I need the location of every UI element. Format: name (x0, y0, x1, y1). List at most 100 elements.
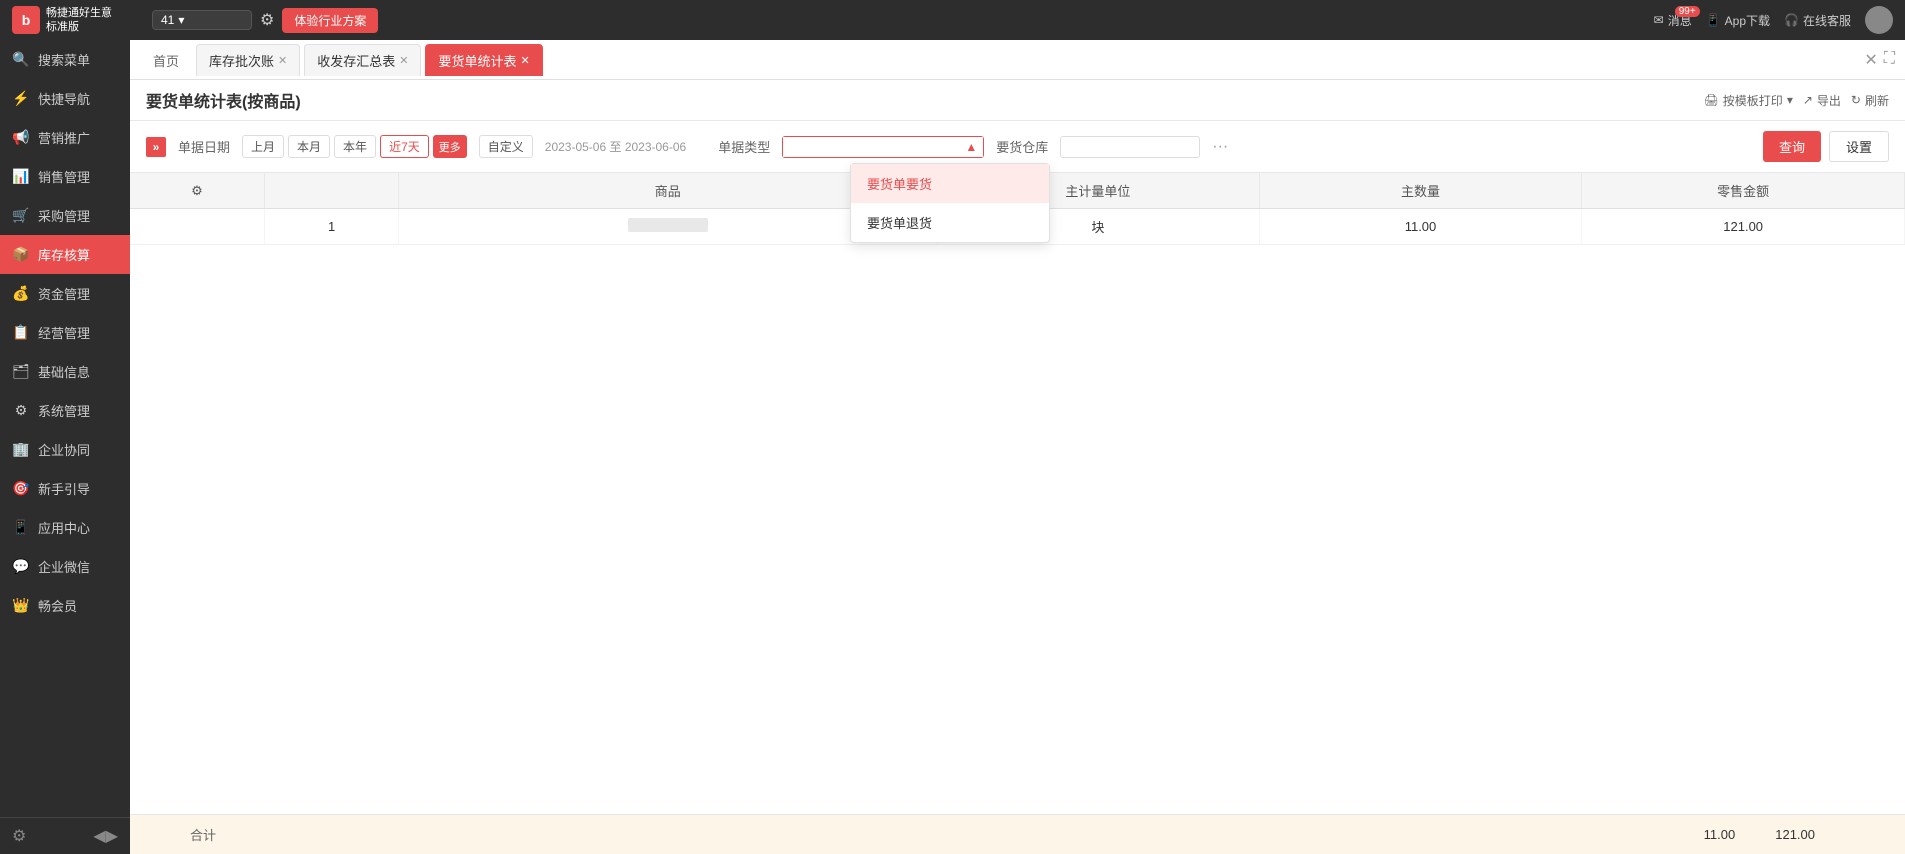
wechat-icon: 💬 (12, 558, 30, 576)
header-middle: 41 ▾ ⚙ 体验行业方案 (152, 8, 1644, 33)
column-settings-icon[interactable]: ⚙ (191, 183, 203, 198)
app-name-text: 畅捷通好生意 标准版 (46, 6, 112, 35)
page-title: 要货单统计表(按商品) (146, 88, 301, 112)
trial-button[interactable]: 体验行业方案 (282, 8, 378, 33)
app-logo-icon: b (12, 6, 40, 34)
sidebar-item-finance[interactable]: 💰 资金管理 (0, 274, 130, 313)
type-dropdown: 要货单要货 要货单退货 (850, 163, 1050, 243)
store-selector[interactable]: 41 ▾ (152, 10, 252, 30)
footer-label: 合计 (190, 825, 216, 844)
date-year-button[interactable]: 本年 (334, 135, 376, 158)
warehouse-filter-input[interactable] (1060, 136, 1200, 158)
date-more-button[interactable]: 更多 (433, 135, 467, 158)
online-service-button[interactable]: 🎧 在线客服 (1784, 12, 1851, 29)
row-settings (130, 209, 264, 245)
col-header-amount: 零售金额 (1582, 173, 1905, 209)
sidebar-item-purchase[interactable]: 🛒 采购管理 (0, 196, 130, 235)
print-button[interactable]: 🖨 按模板打印 ▾ (1704, 92, 1793, 109)
quick-nav-icon: ⚡ (12, 90, 30, 108)
tab-close-receive-summary[interactable]: ✕ (399, 54, 408, 67)
tab-home[interactable]: 首页 (140, 44, 192, 76)
row-num: 1 (264, 209, 398, 245)
sidebar: 🔍 搜索菜单 ⚡ 快捷导航 📢 营销推广 📊 销售管理 🛒 采购管理 📦 (0, 40, 130, 854)
page-header-actions: 🖨 按模板打印 ▾ ↗ 导出 ↻ 刷新 (1704, 92, 1889, 109)
sidebar-item-app-center[interactable]: 📱 应用中心 (0, 508, 130, 547)
tab-order-stats[interactable]: 要货单统计表 ✕ (425, 44, 542, 76)
dropdown-item-order[interactable]: 要货单要货 (851, 164, 1049, 203)
tab-close-order-stats[interactable]: ✕ (521, 54, 530, 67)
type-filter-arrow-icon[interactable]: ▲ (965, 140, 977, 154)
basic-icon: 🗂 (12, 363, 30, 381)
top-header: b 畅捷通好生意 标准版 41 ▾ ⚙ 体验行业方案 ✉ 消息 99+ 📱 Ap… (0, 0, 1905, 40)
sidebar-item-wechat[interactable]: 💬 企业微信 (0, 547, 130, 586)
sidebar-item-basic[interactable]: 🗂 基础信息 (0, 352, 130, 391)
sidebar-item-operations[interactable]: 📋 经营管理 (0, 313, 130, 352)
enterprise-icon: 🏢 (12, 441, 30, 459)
sidebar-item-system[interactable]: ⚙ 系统管理 (0, 391, 130, 430)
warehouse-filter-label: 要货仓库 (996, 137, 1048, 156)
marketing-icon: 📢 (12, 129, 30, 147)
date-prev-month-button[interactable]: 上月 (242, 135, 284, 158)
avatar[interactable] (1865, 6, 1893, 34)
sidebar-item-inventory[interactable]: 📦 库存核算 (0, 235, 130, 274)
print-dropdown-icon[interactable]: ▾ (1787, 93, 1793, 107)
tab-batch-account[interactable]: 库存批次账 ✕ (196, 44, 300, 76)
message-badge: 99+ (1675, 6, 1700, 17)
refresh-button[interactable]: ↻ 刷新 (1851, 92, 1889, 109)
sidebar-item-enterprise[interactable]: 🏢 企业协同 (0, 430, 130, 469)
header-gear-icon[interactable]: ⚙ (260, 10, 274, 30)
sidebar-bottom: ⚙ ◀▶ (0, 817, 130, 854)
sidebar-settings-icon[interactable]: ⚙ (12, 826, 26, 846)
export-button[interactable]: ↗ 导出 (1803, 92, 1841, 109)
tab-expand-icon[interactable]: ✕ (1864, 50, 1877, 70)
sales-icon: 📊 (12, 168, 30, 186)
footer-qty: 11.00 (1704, 827, 1736, 842)
message-icon: ✉ (1654, 13, 1664, 27)
sidebar-item-quick-nav[interactable]: ⚡ 快捷导航 (0, 79, 130, 118)
member-icon: 👑 (12, 597, 30, 615)
search-icon: 🔍 (12, 51, 30, 69)
app-download-button[interactable]: 📱 App下载 (1706, 12, 1770, 29)
filter-expand-button[interactable]: » (146, 137, 166, 157)
tab-fullscreen-icon[interactable]: ⛶ (1884, 50, 1895, 70)
sidebar-item-guide[interactable]: 🎯 新手引导 (0, 469, 130, 508)
logo-area: b 畅捷通好生意 标准版 (12, 6, 142, 35)
system-icon: ⚙ (12, 402, 30, 420)
header-right: ✉ 消息 99+ 📱 App下载 🎧 在线客服 (1654, 6, 1893, 34)
date-week-button[interactable]: 近7天 (380, 135, 429, 158)
export-icon: ↗ (1803, 93, 1813, 107)
sidebar-item-sales[interactable]: 📊 销售管理 (0, 157, 130, 196)
sidebar-item-member[interactable]: 👑 畅会员 (0, 586, 130, 625)
print-icon: 🖨 (1704, 93, 1719, 107)
page-content: 要货单统计表(按商品) 🖨 按模板打印 ▾ ↗ 导出 ↻ 刷新 (130, 80, 1905, 854)
product-placeholder (628, 218, 708, 232)
finance-icon: 💰 (12, 285, 30, 303)
table-footer: 合计 11.00 121.00 (130, 814, 1905, 854)
sidebar-item-search[interactable]: 🔍 搜索菜单 (0, 40, 130, 79)
settings-button[interactable]: 设置 (1829, 131, 1889, 162)
dropdown-item-return[interactable]: 要货单退货 (851, 203, 1049, 242)
type-filter-input-wrap: ▲ (782, 136, 984, 158)
app-center-icon: 📱 (12, 519, 30, 537)
service-icon: 🎧 (1784, 13, 1799, 27)
page-header: 要货单统计表(按商品) 🖨 按模板打印 ▾ ↗ 导出 ↻ 刷新 (130, 80, 1905, 121)
content-area: 首页 库存批次账 ✕ 收发存汇总表 ✕ 要货单统计表 ✕ ✕ ⛶ 要 (130, 40, 1905, 854)
date-filter-label: 单据日期 (178, 137, 230, 156)
sidebar-item-marketing[interactable]: 📢 营销推广 (0, 118, 130, 157)
message-button[interactable]: ✉ 消息 99+ (1654, 12, 1692, 29)
sidebar-collapse-icon[interactable]: ◀▶ (93, 826, 118, 846)
tab-close-batch-account[interactable]: ✕ (278, 54, 287, 67)
type-filter-label: 单据类型 (718, 137, 770, 156)
date-current-month-button[interactable]: 本月 (288, 135, 330, 158)
row-amount: 121.00 (1582, 209, 1905, 245)
main-layout: 🔍 搜索菜单 ⚡ 快捷导航 📢 营销推广 📊 销售管理 🛒 采购管理 📦 (0, 40, 1905, 854)
date-custom-button[interactable]: 自定义 (479, 135, 533, 158)
col-header-settings[interactable]: ⚙ (130, 173, 264, 209)
date-range-text: 2023-05-06 至 2023-06-06 (545, 138, 686, 155)
type-filter-input[interactable] (783, 137, 983, 157)
query-button[interactable]: 查询 (1763, 131, 1821, 162)
col-header-qty: 主数量 (1259, 173, 1582, 209)
filter-more-icon[interactable]: ··· (1212, 138, 1228, 156)
footer-amount: 121.00 (1775, 827, 1815, 842)
tab-receive-summary[interactable]: 收发存汇总表 ✕ (304, 44, 421, 76)
